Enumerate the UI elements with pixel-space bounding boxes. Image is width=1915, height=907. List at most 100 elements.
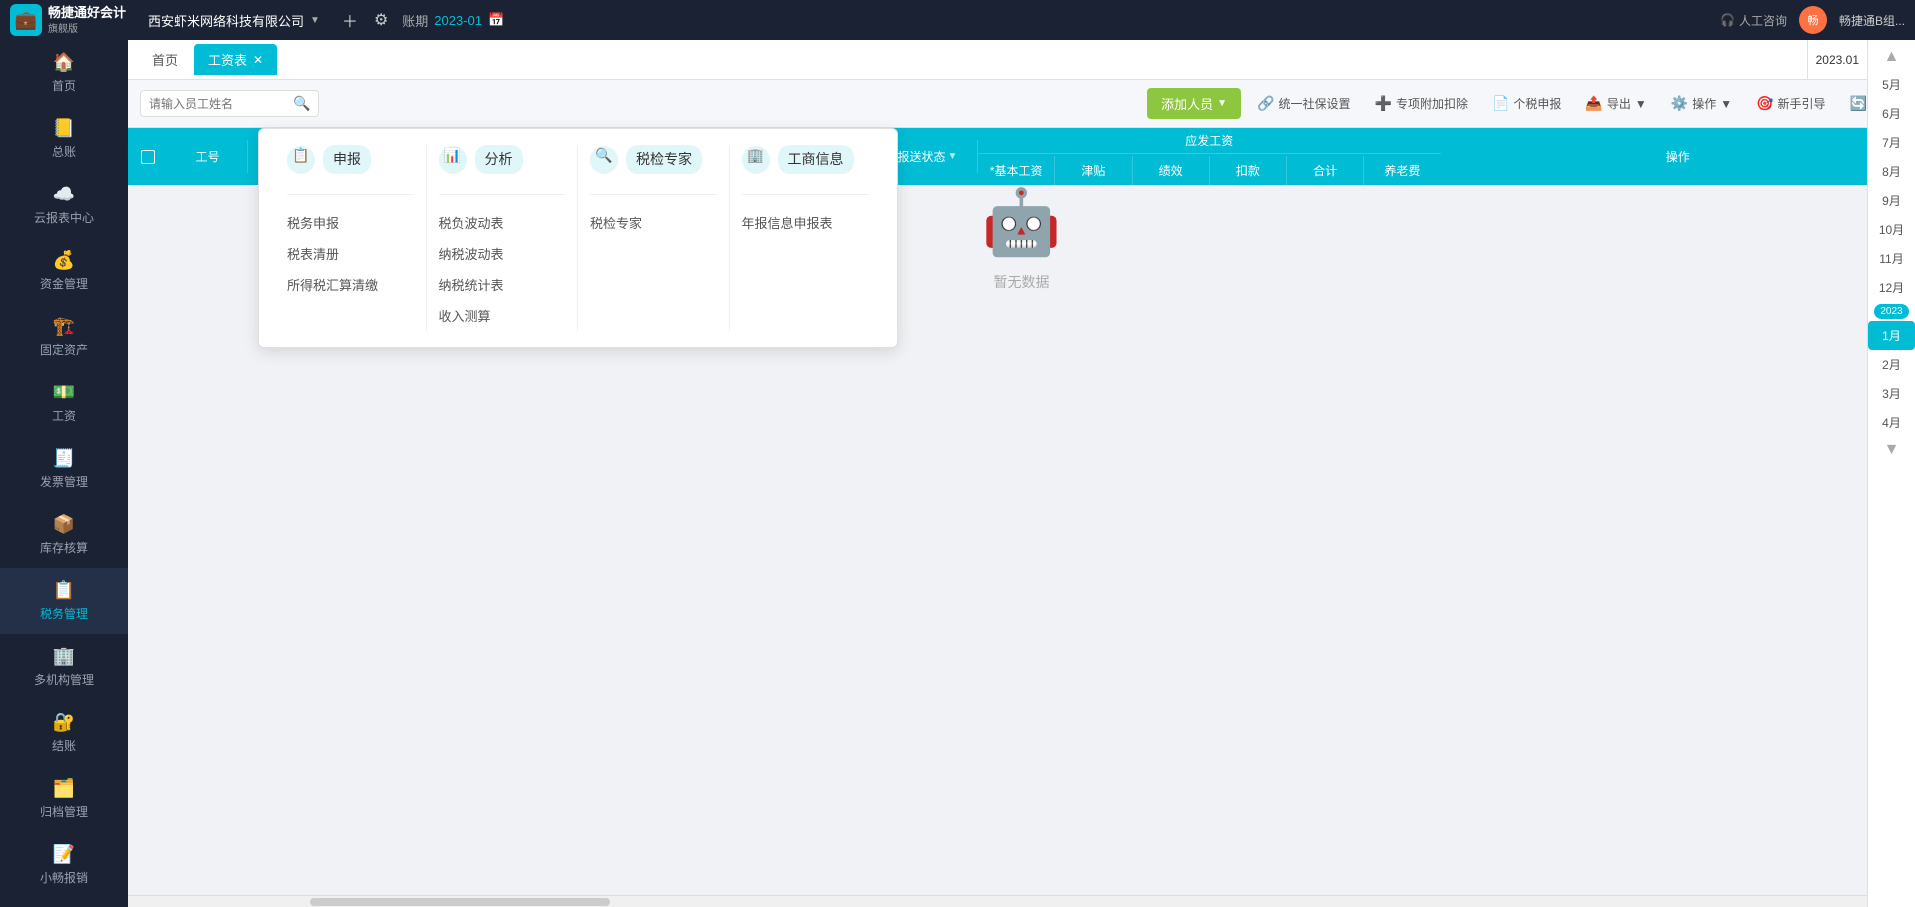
cal-month-11[interactable]: 11月 <box>1868 244 1915 273</box>
period-value[interactable]: 2023-01 <box>434 13 482 28</box>
cal-month-12[interactable]: 12月 <box>1868 273 1915 302</box>
sidebar-item-label: 小畅报销 <box>40 869 88 886</box>
special-deduction-label: 专项附加扣除 <box>1396 95 1468 112</box>
menu-item-annual-report[interactable]: 年报信息申报表 <box>742 207 870 238</box>
calendar-period-label: 2023.01 <box>1807 40 1867 80</box>
special-deduction-btn[interactable]: ➕ 专项附加扣除 <box>1367 91 1476 116</box>
dropdown-col-fenxi: 📊 分析 税负波动表 纳税波动表 纳税统计表 收入测算 <box>427 145 579 331</box>
content-area: 首页 工资表 ✕ 🔍 添加人员 ▼ 🔗 统一社保设置 ➕ 专项 <box>128 40 1915 907</box>
menu-item-income-calc[interactable]: 收入测算 <box>439 300 566 331</box>
cal-month-3[interactable]: 3月 <box>1868 379 1915 408</box>
menu-item-tax-expert[interactable]: 税检专家 <box>590 207 717 238</box>
chevron-down-icon: ▼ <box>310 15 320 26</box>
add-icon[interactable]: ＋ <box>338 4 362 36</box>
sidebar-item-fund[interactable]: 💰 资金管理 <box>0 238 128 304</box>
cal-month-4[interactable]: 4月 <box>1868 408 1915 437</box>
sidebar-item-invoice[interactable]: 🧾 发票管理 <box>0 436 128 502</box>
inventory-icon: 📦 <box>53 514 75 535</box>
tab-close-icon[interactable]: ✕ <box>253 53 263 67</box>
fixed-assets-icon: 🏗️ <box>53 316 75 337</box>
menu-item-tax-stat[interactable]: 纳税统计表 <box>439 269 566 300</box>
sidebar-item-tax[interactable]: 📋 税务管理 <box>0 568 128 634</box>
cal-month-7[interactable]: 7月 <box>1868 128 1915 157</box>
sidebar-item-label: 云报表中心 <box>34 209 94 226</box>
company-selector[interactable]: 西安虾米网络科技有限公司 ▼ <box>140 11 328 30</box>
select-all-checkbox[interactable] <box>141 150 155 164</box>
ledger-icon: 📒 <box>53 118 75 139</box>
sidebar-item-fixed-assets[interactable]: 🏗️ 固定资产 <box>0 304 128 370</box>
cal-month-10[interactable]: 10月 <box>1868 215 1915 244</box>
calendar-next-btn[interactable]: ▼ <box>1880 437 1904 463</box>
period-label: 账期 <box>402 11 428 30</box>
th-salary-sub-row: *基本工资 津贴 绩效 扣款 合计 养老费 <box>978 156 1441 185</box>
cal-month-5[interactable]: 5月 <box>1868 70 1915 99</box>
search-input[interactable] <box>149 97 289 111</box>
accounting-period: 账期 2023-01 📅 <box>402 11 504 30</box>
sidebar-item-label: 库存核算 <box>40 539 88 556</box>
social-insurance-btn[interactable]: 🔗 统一社保设置 <box>1249 91 1358 116</box>
settings-icon[interactable]: ⚙ <box>370 6 392 34</box>
sidebar-item-label: 结账 <box>52 737 76 754</box>
headphone-icon: 🎧 <box>1720 13 1735 27</box>
cal-month-2[interactable]: 2月 <box>1868 350 1915 379</box>
guide2-icon: 🎯 <box>1756 95 1773 112</box>
taxcheck-title: 税检专家 <box>626 145 702 174</box>
calendar-panel: ▲ 5月 6月 7月 8月 9月 10月 11月 12月 2023 1月 2月 … <box>1867 40 1915 907</box>
sidebar-item-inventory[interactable]: 📦 库存核算 <box>0 502 128 568</box>
horizontal-scrollbar[interactable] <box>128 895 1915 907</box>
th-total: 合计 <box>1287 156 1364 185</box>
customer-service-btn[interactable]: 🎧 人工咨询 <box>1720 12 1787 29</box>
export-btn[interactable]: 📤 导出 ▼ <box>1577 91 1654 116</box>
menu-item-tax-table[interactable]: 税表清册 <box>287 238 414 269</box>
expense-icon: 📝 <box>53 844 75 865</box>
tab-salary-label: 工资表 <box>208 50 247 69</box>
bizinfo-title: 工商信息 <box>778 145 854 174</box>
cal-month-1[interactable]: 1月 <box>1868 321 1915 350</box>
sidebar-item-cloud-report[interactable]: ☁️ 云报表中心 <box>0 172 128 238</box>
sidebar-item-home[interactable]: 🏠 首页 <box>0 40 128 106</box>
menu-item-income-tax[interactable]: 所得税汇算清缴 <box>287 269 414 300</box>
cal-month-6[interactable]: 6月 <box>1868 99 1915 128</box>
sidebar-item-close[interactable]: 🔐 结账 <box>0 700 128 766</box>
empty-text: 暂无数据 <box>994 272 1050 292</box>
tab-home[interactable]: 首页 <box>140 44 190 75</box>
close-period-icon: 🔐 <box>53 712 75 733</box>
th-salary-group: 应发工资 *基本工资 津贴 绩效 扣款 合计 养老费 <box>978 128 1441 185</box>
calendar-prev-btn[interactable]: ▲ <box>1880 44 1904 70</box>
menu-item-tax-payment[interactable]: 纳税波动表 <box>439 238 566 269</box>
tax-return-label: 个税申报 <box>1513 95 1561 112</box>
calendar-icon[interactable]: 📅 <box>488 12 504 28</box>
fenxi-icon: 📊 <box>439 146 467 174</box>
cal-month-8[interactable]: 8月 <box>1868 157 1915 186</box>
sidebar-item-basic-settings[interactable]: ⚙️ 基础设置 <box>0 898 128 907</box>
tax-return-btn[interactable]: 📄 个税申报 <box>1484 91 1569 116</box>
sidebar-item-label: 税务管理 <box>40 605 88 622</box>
menu-item-tax-filing[interactable]: 税务申报 <box>287 207 414 238</box>
social-insurance-label: 统一社保设置 <box>1278 95 1350 112</box>
shenb-title: 申报 <box>323 145 371 174</box>
bizinfo-icon: 🏢 <box>742 146 770 174</box>
sidebar-item-multi-org[interactable]: 🏢 多机构管理 <box>0 634 128 700</box>
fund-icon: 💰 <box>53 250 75 271</box>
sidebar-item-xiaochang[interactable]: 📝 小畅报销 <box>0 832 128 898</box>
operate-btn[interactable]: ⚙️ 操作 ▼ <box>1663 91 1740 116</box>
refresh-icon: 🔄 <box>1850 95 1867 112</box>
sidebar-item-ledger[interactable]: 📒 总账 <box>0 106 128 172</box>
dropdown-col-bizinfo: 🏢 工商信息 年报信息申报表 <box>730 145 882 331</box>
th-checkbox[interactable] <box>128 150 168 164</box>
sidebar-item-label: 工资 <box>52 407 76 424</box>
new-guide-btn[interactable]: 🎯 新手引导 <box>1748 91 1833 116</box>
add-chevron-icon: ▼ <box>1217 98 1227 109</box>
filter-report-icon[interactable]: ▼ <box>948 151 958 162</box>
operate-label: 操作 <box>1692 95 1716 112</box>
cal-month-9[interactable]: 9月 <box>1868 186 1915 215</box>
user-name[interactable]: 畅捷通B组... <box>1839 12 1905 29</box>
menu-item-tax-burden[interactable]: 税负波动表 <box>439 207 566 238</box>
add-employee-button[interactable]: 添加人员 ▼ <box>1147 88 1241 119</box>
th-pension: 养老费 <box>1364 156 1440 185</box>
sidebar-item-archive[interactable]: 🗂️ 归档管理 <box>0 766 128 832</box>
sidebar-item-salary[interactable]: 💵 工资 <box>0 370 128 436</box>
scroll-thumb[interactable] <box>310 898 610 906</box>
fenxi-title: 分析 <box>475 145 523 174</box>
tab-salary[interactable]: 工资表 ✕ <box>194 44 277 75</box>
